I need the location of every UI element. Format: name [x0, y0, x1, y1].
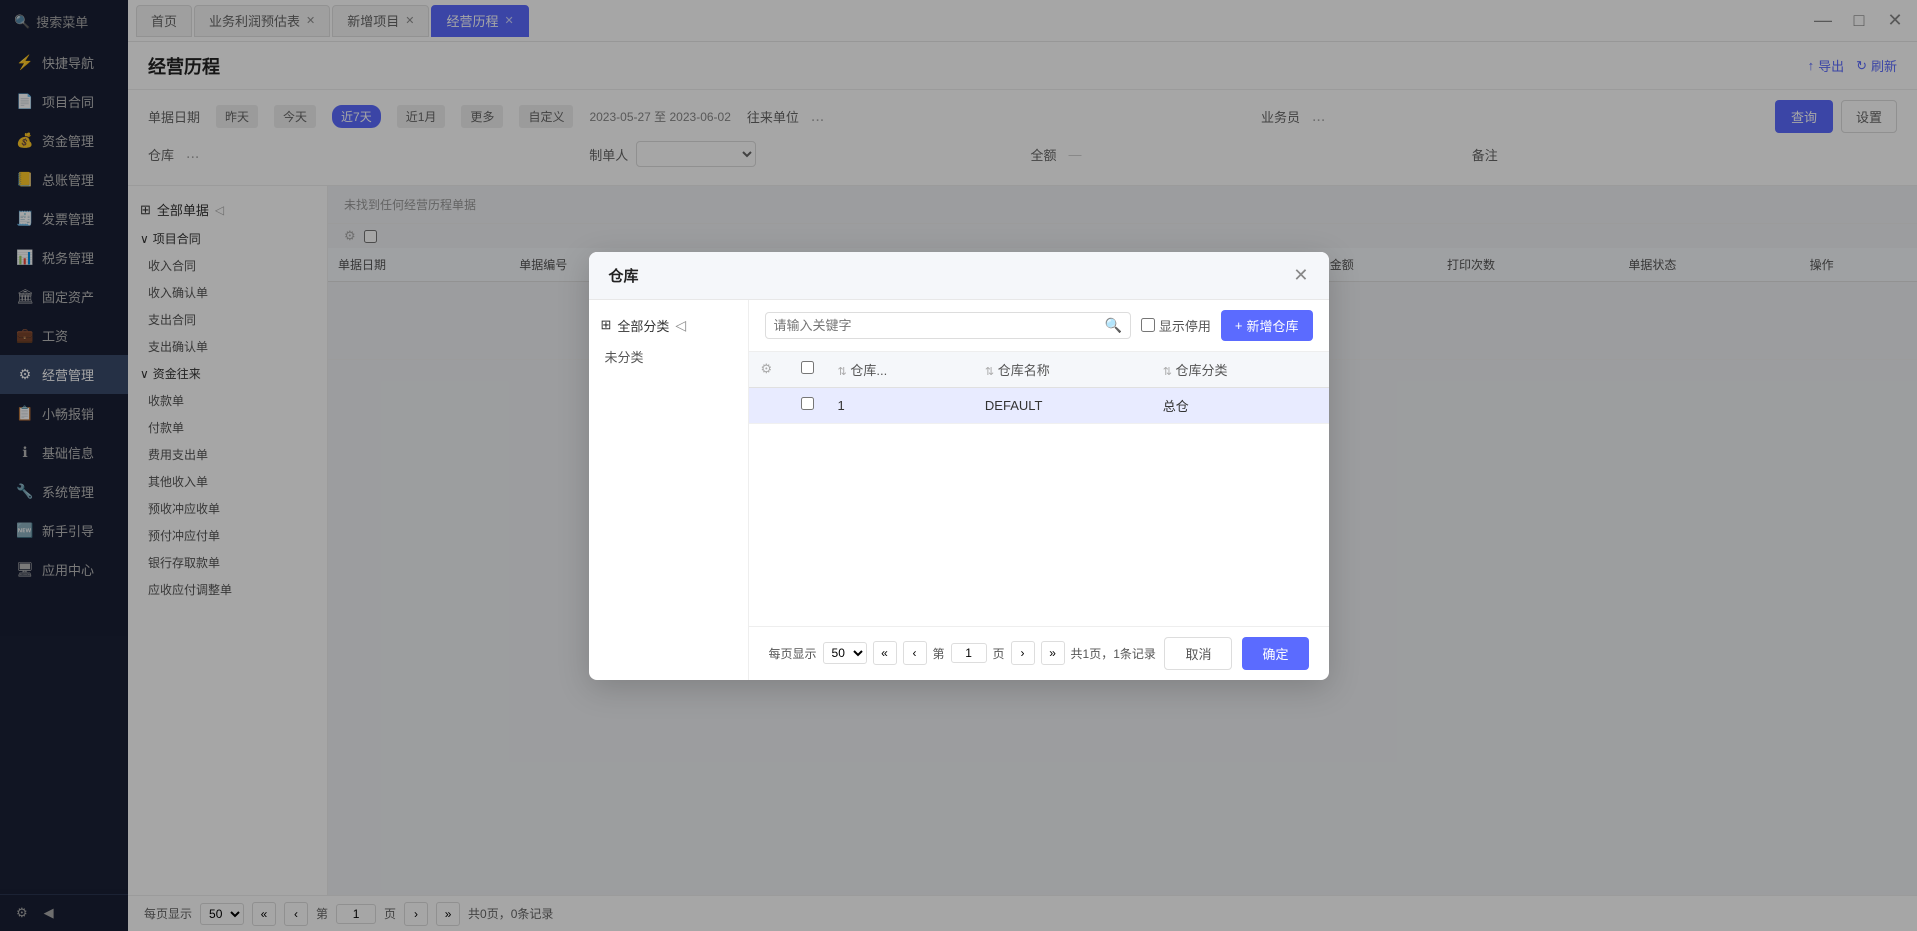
modal-left-collapse-btn[interactable]: ◁: [675, 317, 686, 334]
sort-icon-code[interactable]: ⇅: [838, 366, 847, 378]
modal-next-page[interactable]: ›: [1011, 641, 1035, 665]
modal-toolbar: 🔍 显示停用 + 新增仓库: [749, 300, 1329, 352]
row-settings: [749, 387, 789, 423]
plus-icon: +: [1235, 318, 1243, 333]
modal-select-all[interactable]: [801, 361, 814, 374]
modal-header: 仓库 ✕: [589, 252, 1329, 300]
modal-overlay: 仓库 ✕ ⊞ 全部分类 ◁ 未分类 🔍: [0, 0, 1917, 931]
search-icon-modal: 🔍: [1104, 317, 1121, 334]
modal-confirm-btn[interactable]: 确定: [1242, 637, 1308, 670]
modal-page-input[interactable]: [951, 643, 987, 663]
modal-all-category-label: 全部分类: [617, 316, 669, 335]
modal-page-size-label: 每页显示: [769, 645, 817, 662]
modal-body: ⊞ 全部分类 ◁ 未分类 🔍 显示停用: [589, 300, 1329, 680]
modal-page-label: 第: [933, 645, 945, 662]
row-checkbox: [789, 387, 826, 423]
modal-last-page[interactable]: »: [1041, 641, 1065, 665]
table-row[interactable]: 1 DEFAULT 总仓: [749, 387, 1329, 423]
add-warehouse-btn[interactable]: + 新增仓库: [1221, 310, 1313, 341]
warehouse-modal: 仓库 ✕ ⊞ 全部分类 ◁ 未分类 🔍: [589, 252, 1329, 680]
show-disabled-label: 显示停用: [1141, 316, 1211, 335]
modal-pagination: 每页显示 50 « ‹ 第 页 › » 共1页，1条记录: [769, 641, 1165, 665]
modal-close-btn[interactable]: ✕: [1293, 265, 1308, 286]
modal-page-size-select[interactable]: 50: [823, 642, 867, 664]
modal-first-page[interactable]: «: [873, 641, 897, 665]
sort-icon-name[interactable]: ⇅: [985, 366, 994, 378]
modal-left-panel: ⊞ 全部分类 ◁ 未分类: [589, 300, 749, 680]
th-modal-settings: ⚙: [749, 352, 789, 388]
modal-search-wrap: 🔍: [765, 312, 1131, 339]
modal-page-unit: 页: [993, 645, 1005, 662]
modal-left-header[interactable]: ⊞ 全部分类 ◁: [589, 310, 748, 341]
sort-icon-category[interactable]: ⇅: [1163, 366, 1172, 378]
modal-left-item-uncategorized[interactable]: 未分类: [589, 341, 748, 372]
th-warehouse-code: ⇅ 仓库...: [826, 352, 973, 388]
modal-table-wrap: ⚙ ⇅ 仓库... ⇅: [749, 352, 1329, 626]
modal-right-panel: 🔍 显示停用 + 新增仓库: [749, 300, 1329, 680]
th-warehouse-category: ⇅ 仓库分类: [1151, 352, 1329, 388]
th-warehouse-name: ⇅ 仓库名称: [973, 352, 1151, 388]
modal-search-input[interactable]: [774, 318, 1099, 333]
modal-footer-btns: 取消 确定: [1164, 637, 1308, 670]
th-modal-checkbox: [789, 352, 826, 388]
row-code: DEFAULT: [973, 387, 1151, 423]
modal-cancel-btn[interactable]: 取消: [1164, 637, 1232, 670]
modal-title: 仓库: [609, 265, 1294, 286]
show-disabled-checkbox[interactable]: [1141, 318, 1155, 332]
add-warehouse-label: 新增仓库: [1246, 316, 1298, 335]
modal-total-label: 共1页，1条记录: [1071, 645, 1156, 662]
grid-icon-modal: ⊞: [601, 317, 612, 333]
gear-icon-th[interactable]: ⚙: [761, 361, 773, 376]
row-id: 1: [826, 387, 973, 423]
show-disabled-text: 显示停用: [1159, 316, 1211, 335]
row-select-checkbox[interactable]: [801, 397, 814, 410]
modal-prev-page[interactable]: ‹: [903, 641, 927, 665]
modal-pagination-row: 每页显示 50 « ‹ 第 页 › » 共1页，1条记录: [749, 626, 1329, 680]
row-name: 总仓: [1151, 387, 1329, 423]
modal-table: ⚙ ⇅ 仓库... ⇅: [749, 352, 1329, 424]
